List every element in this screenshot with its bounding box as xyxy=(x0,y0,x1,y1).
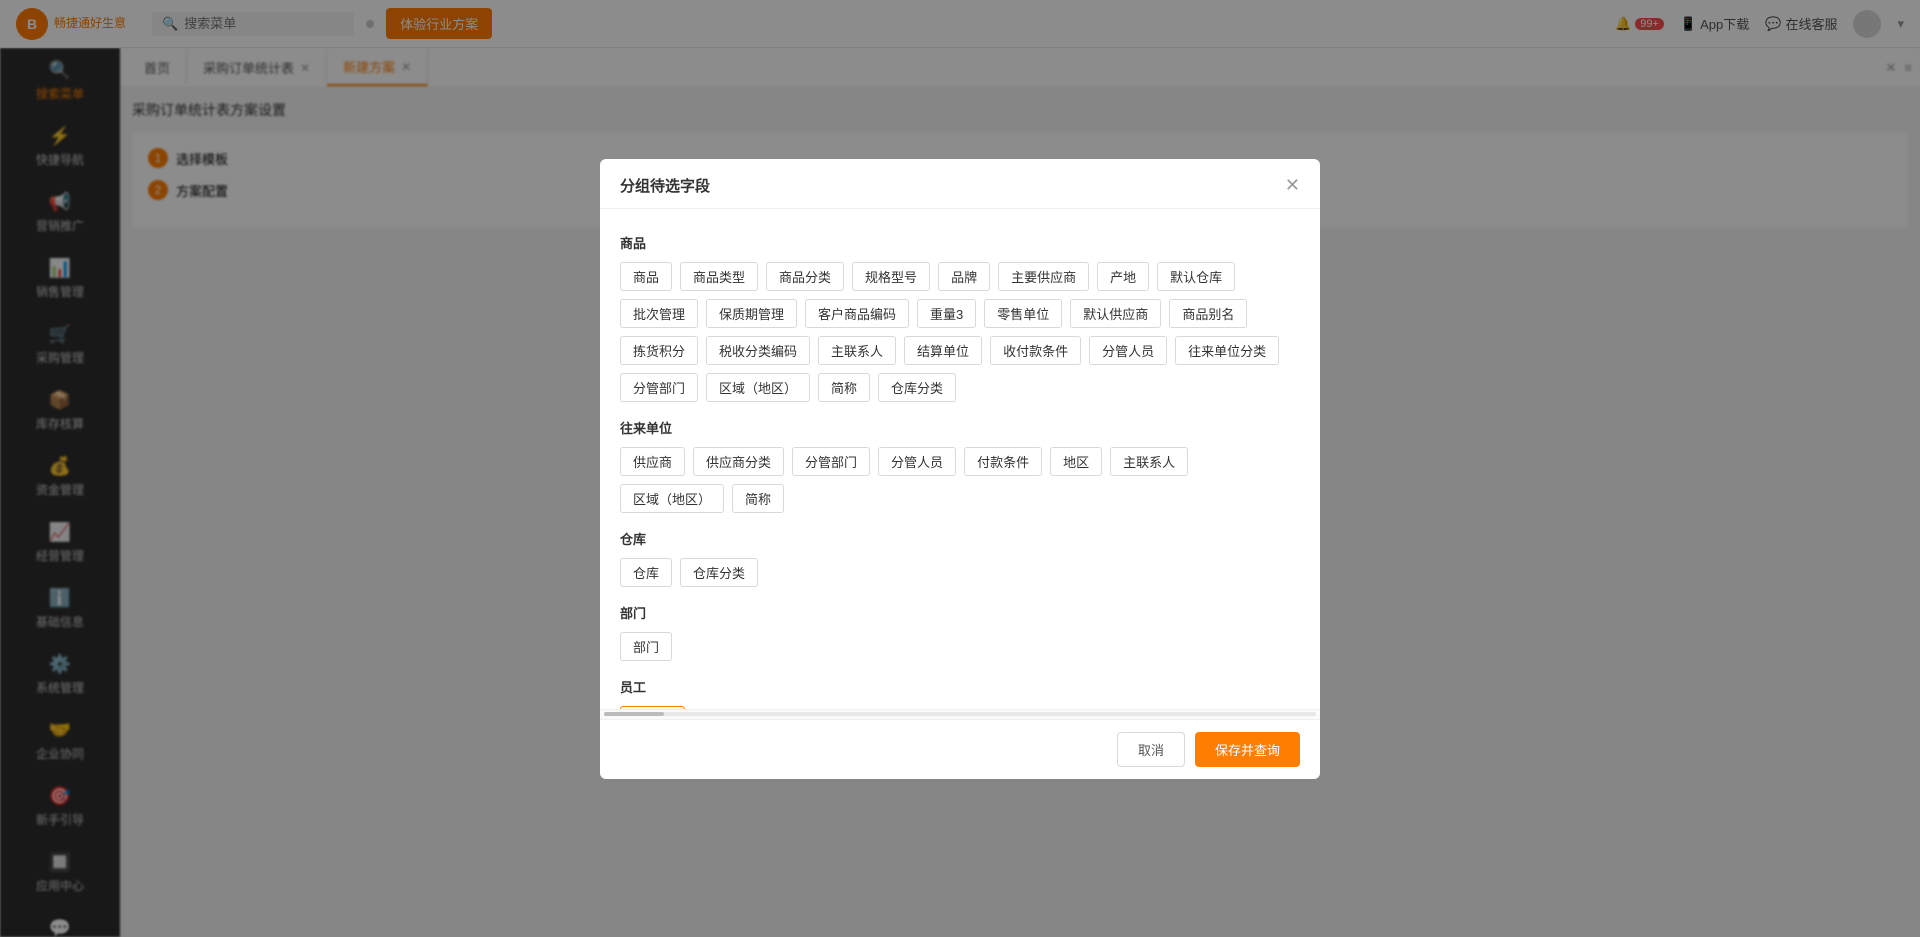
confirm-button[interactable]: 保存并查询 xyxy=(1195,732,1300,767)
modal-overlay: 分组待选字段 ✕ 商品商品商品类型商品分类规格型号品牌主要供应商产地默认仓库批次… xyxy=(0,0,1920,937)
field-group-2: 仓库仓库分类 xyxy=(620,558,1300,587)
field-tag-1-4[interactable]: 付款条件 xyxy=(964,447,1042,476)
field-tag-0-0[interactable]: 商品 xyxy=(620,262,672,291)
field-tag-0-3[interactable]: 规格型号 xyxy=(852,262,930,291)
section-title-1: 往来单位 xyxy=(620,418,1300,437)
field-tag-0-19[interactable]: 收付款条件 xyxy=(990,336,1081,365)
field-tag-0-11[interactable]: 重量3 xyxy=(917,299,976,328)
modal-title: 分组待选字段 xyxy=(620,175,710,196)
field-tag-1-3[interactable]: 分管人员 xyxy=(878,447,956,476)
field-tag-1-6[interactable]: 主联系人 xyxy=(1110,447,1188,476)
field-tag-0-25[interactable]: 仓库分类 xyxy=(878,373,956,402)
field-tag-1-0[interactable]: 供应商 xyxy=(620,447,685,476)
field-tag-0-17[interactable]: 主联系人 xyxy=(818,336,896,365)
field-group-1: 供应商供应商分类分管部门分管人员付款条件地区主联系人区域（地区） 简称 xyxy=(620,447,1300,513)
field-tag-0-12[interactable]: 零售单位 xyxy=(984,299,1062,328)
section-title-3: 部门 xyxy=(620,603,1300,622)
field-tag-0-21[interactable]: 往来单位分类 xyxy=(1175,336,1279,365)
modal-horizontal-scroll[interactable] xyxy=(600,709,1320,719)
section-title-2: 仓库 xyxy=(620,529,1300,548)
field-tag-0-6[interactable]: 产地 xyxy=(1097,262,1149,291)
modal-body: 商品商品商品类型商品分类规格型号品牌主要供应商产地默认仓库批次管理保质期管理客户… xyxy=(600,209,1320,709)
field-tag-0-1[interactable]: 商品类型 xyxy=(680,262,758,291)
section-title-4: 员工 xyxy=(620,677,1300,696)
field-tag-0-8[interactable]: 批次管理 xyxy=(620,299,698,328)
field-tag-0-13[interactable]: 默认供应商 xyxy=(1070,299,1161,328)
field-tag-0-4[interactable]: 品牌 xyxy=(938,262,990,291)
modal-header: 分组待选字段 ✕ xyxy=(600,159,1320,209)
field-tag-2-0[interactable]: 仓库 xyxy=(620,558,672,587)
field-tag-1-1[interactable]: 供应商分类 xyxy=(693,447,784,476)
field-group-0: 商品商品类型商品分类规格型号品牌主要供应商产地默认仓库批次管理保质期管理客户商品… xyxy=(620,262,1300,402)
field-tag-0-9[interactable]: 保质期管理 xyxy=(706,299,797,328)
field-tag-0-24[interactable]: 简称 xyxy=(818,373,870,402)
modal-dialog: 分组待选字段 ✕ 商品商品商品类型商品分类规格型号品牌主要供应商产地默认仓库批次… xyxy=(600,159,1320,779)
field-tag-0-23[interactable]: 区域（地区） xyxy=(706,373,810,402)
field-tag-0-18[interactable]: 结算单位 xyxy=(904,336,982,365)
field-tag-0-10[interactable]: 客户商品编码 xyxy=(805,299,909,328)
cancel-button[interactable]: 取消 xyxy=(1117,732,1185,767)
field-tag-0-20[interactable]: 分管人员 xyxy=(1089,336,1167,365)
field-tag-1-8[interactable]: 简称 xyxy=(732,484,784,513)
field-tag-0-14[interactable]: 商品别名 xyxy=(1169,299,1247,328)
section-title-0: 商品 xyxy=(620,233,1300,252)
field-tag-1-7[interactable]: 区域（地区） xyxy=(620,484,724,513)
field-tag-0-15[interactable]: 拣货积分 xyxy=(620,336,698,365)
field-tag-1-2[interactable]: 分管部门 xyxy=(792,447,870,476)
field-group-3: 部门 xyxy=(620,632,1300,661)
field-tag-3-0[interactable]: 部门 xyxy=(620,632,672,661)
field-tag-0-22[interactable]: 分管部门 xyxy=(620,373,698,402)
modal-close-btn[interactable]: ✕ xyxy=(1285,175,1300,196)
field-tag-0-5[interactable]: 主要供应商 xyxy=(998,262,1089,291)
field-tag-0-7[interactable]: 默认仓库 xyxy=(1157,262,1235,291)
field-tag-0-2[interactable]: 商品分类 xyxy=(766,262,844,291)
field-tag-0-16[interactable]: 税收分类编码 xyxy=(706,336,810,365)
field-tag-1-5[interactable]: 地区 xyxy=(1050,447,1102,476)
modal-footer: 取消 保存并查询 xyxy=(600,719,1320,779)
field-tag-2-1[interactable]: 仓库分类 xyxy=(680,558,758,587)
